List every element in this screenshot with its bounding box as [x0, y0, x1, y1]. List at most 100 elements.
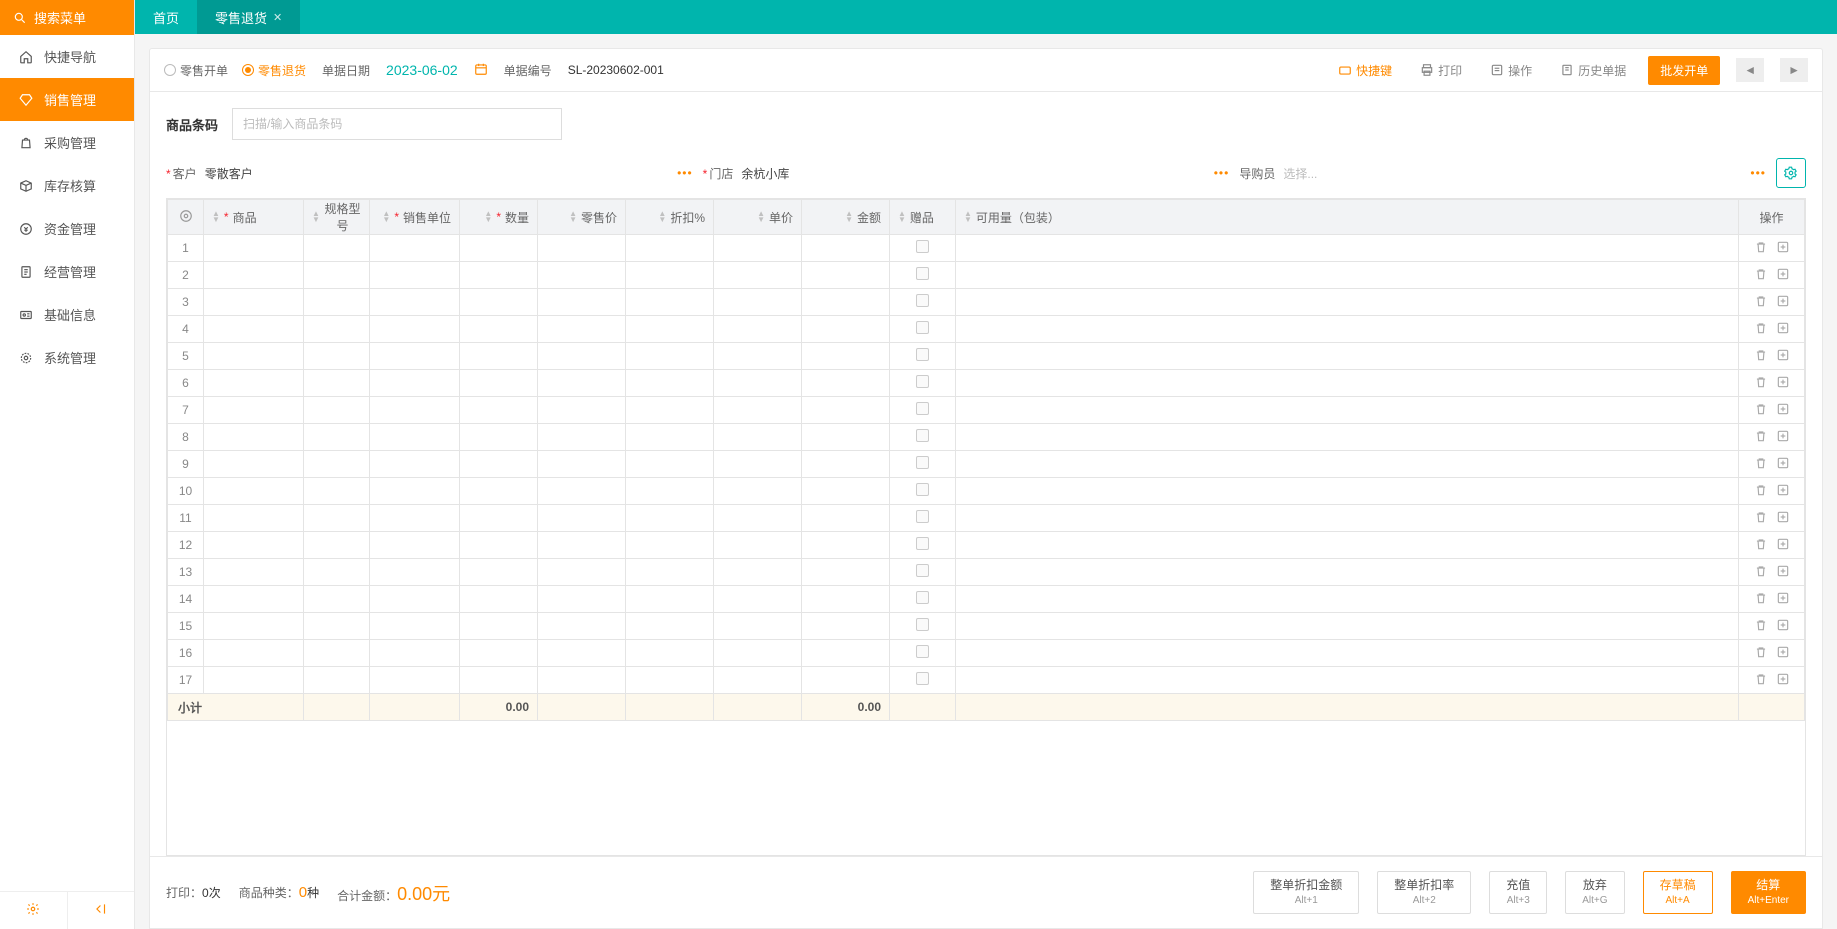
add-icon[interactable] [1776, 294, 1790, 311]
calendar-icon[interactable] [474, 62, 488, 79]
cell-spec[interactable] [304, 343, 370, 370]
cell-product[interactable] [204, 397, 304, 424]
cell-amount[interactable] [802, 667, 890, 694]
prev-button[interactable]: ◄ [1736, 58, 1764, 82]
cell-uprice[interactable] [714, 343, 802, 370]
table-row[interactable]: 1 [168, 235, 1805, 262]
cell-qty[interactable] [460, 451, 538, 478]
cell-price[interactable] [538, 424, 626, 451]
cell-amount[interactable] [802, 478, 890, 505]
sort-icon[interactable]: ▲▼ [484, 211, 492, 223]
cell-product[interactable] [204, 613, 304, 640]
table-row[interactable]: 3 [168, 289, 1805, 316]
cell-spec[interactable] [304, 370, 370, 397]
cell-discount[interactable] [626, 613, 714, 640]
sidebar-item-coin[interactable]: 资金管理 [0, 207, 134, 250]
cell-amount[interactable] [802, 532, 890, 559]
gift-checkbox[interactable] [916, 402, 929, 415]
table-row[interactable]: 15 [168, 613, 1805, 640]
table-row[interactable]: 13 [168, 559, 1805, 586]
cell-uprice[interactable] [714, 397, 802, 424]
gift-checkbox[interactable] [916, 591, 929, 604]
cell-unit[interactable] [370, 451, 460, 478]
cell-amount[interactable] [802, 613, 890, 640]
add-icon[interactable] [1776, 456, 1790, 473]
gift-checkbox[interactable] [916, 429, 929, 442]
cell-qty[interactable] [460, 586, 538, 613]
sort-icon[interactable]: ▲▼ [964, 211, 972, 223]
delete-icon[interactable] [1754, 591, 1768, 608]
sidebar-item-diamond[interactable]: 销售管理 [0, 78, 134, 121]
delete-icon[interactable] [1754, 618, 1768, 635]
radio-retail-return[interactable]: 零售退货 [242, 62, 306, 79]
gift-checkbox[interactable] [916, 294, 929, 307]
cell-amount[interactable] [802, 451, 890, 478]
cell-uprice[interactable] [714, 613, 802, 640]
cell-discount[interactable] [626, 262, 714, 289]
cell-qty[interactable] [460, 559, 538, 586]
cell-price[interactable] [538, 262, 626, 289]
delete-icon[interactable] [1754, 375, 1768, 392]
cell-unit[interactable] [370, 613, 460, 640]
sidebar-item-home[interactable]: 快捷导航 [0, 35, 134, 78]
cell-qty[interactable] [460, 532, 538, 559]
cell-product[interactable] [204, 640, 304, 667]
add-icon[interactable] [1776, 321, 1790, 338]
cell-price[interactable] [538, 667, 626, 694]
cell-price[interactable] [538, 370, 626, 397]
table-row[interactable]: 14 [168, 586, 1805, 613]
cell-uprice[interactable] [714, 289, 802, 316]
cell-discount[interactable] [626, 424, 714, 451]
table-row[interactable]: 6 [168, 370, 1805, 397]
cell-qty[interactable] [460, 289, 538, 316]
gift-checkbox[interactable] [916, 483, 929, 496]
table-row[interactable]: 7 [168, 397, 1805, 424]
cell-unit[interactable] [370, 316, 460, 343]
cell-qty[interactable] [460, 370, 538, 397]
cell-spec[interactable] [304, 451, 370, 478]
cell-amount[interactable] [802, 424, 890, 451]
cell-unit[interactable] [370, 586, 460, 613]
cell-amount[interactable] [802, 262, 890, 289]
gift-checkbox[interactable] [916, 267, 929, 280]
sidebar-item-box[interactable]: 库存核算 [0, 164, 134, 207]
sort-icon[interactable]: ▲▼ [212, 211, 220, 223]
cell-uprice[interactable] [714, 532, 802, 559]
add-icon[interactable] [1776, 591, 1790, 608]
settings-button[interactable] [0, 892, 67, 929]
gift-checkbox[interactable] [916, 510, 929, 523]
cell-spec[interactable] [304, 586, 370, 613]
cell-uprice[interactable] [714, 559, 802, 586]
cell-price[interactable] [538, 586, 626, 613]
cell-uprice[interactable] [714, 640, 802, 667]
cell-product[interactable] [204, 424, 304, 451]
sort-icon[interactable]: ▲▼ [658, 211, 666, 223]
add-icon[interactable] [1776, 375, 1790, 392]
table-row[interactable]: 16 [168, 640, 1805, 667]
delete-icon[interactable] [1754, 294, 1768, 311]
table-row[interactable]: 12 [168, 532, 1805, 559]
discard-button[interactable]: 放弃Alt+G [1565, 871, 1624, 914]
gift-checkbox[interactable] [916, 618, 929, 631]
cell-discount[interactable] [626, 532, 714, 559]
table-row[interactable]: 2 [168, 262, 1805, 289]
cell-uprice[interactable] [714, 505, 802, 532]
cell-product[interactable] [204, 316, 304, 343]
gift-checkbox[interactable] [916, 672, 929, 685]
date-value[interactable]: 2023-06-02 [386, 62, 458, 78]
discount-amount-button[interactable]: 整单折扣金额Alt+1 [1253, 871, 1359, 914]
cell-price[interactable] [538, 640, 626, 667]
batch-order-button[interactable]: 批发开单 [1648, 56, 1720, 85]
cell-qty[interactable] [460, 343, 538, 370]
delete-icon[interactable] [1754, 564, 1768, 581]
table-row[interactable]: 4 [168, 316, 1805, 343]
more-icon[interactable]: ••• [1750, 166, 1766, 180]
cell-discount[interactable] [626, 316, 714, 343]
add-icon[interactable] [1776, 402, 1790, 419]
table-settings-button[interactable] [1776, 158, 1806, 188]
collapse-button[interactable] [67, 892, 135, 929]
gift-checkbox[interactable] [916, 321, 929, 334]
cell-amount[interactable] [802, 505, 890, 532]
gift-checkbox[interactable] [916, 645, 929, 658]
cell-qty[interactable] [460, 397, 538, 424]
